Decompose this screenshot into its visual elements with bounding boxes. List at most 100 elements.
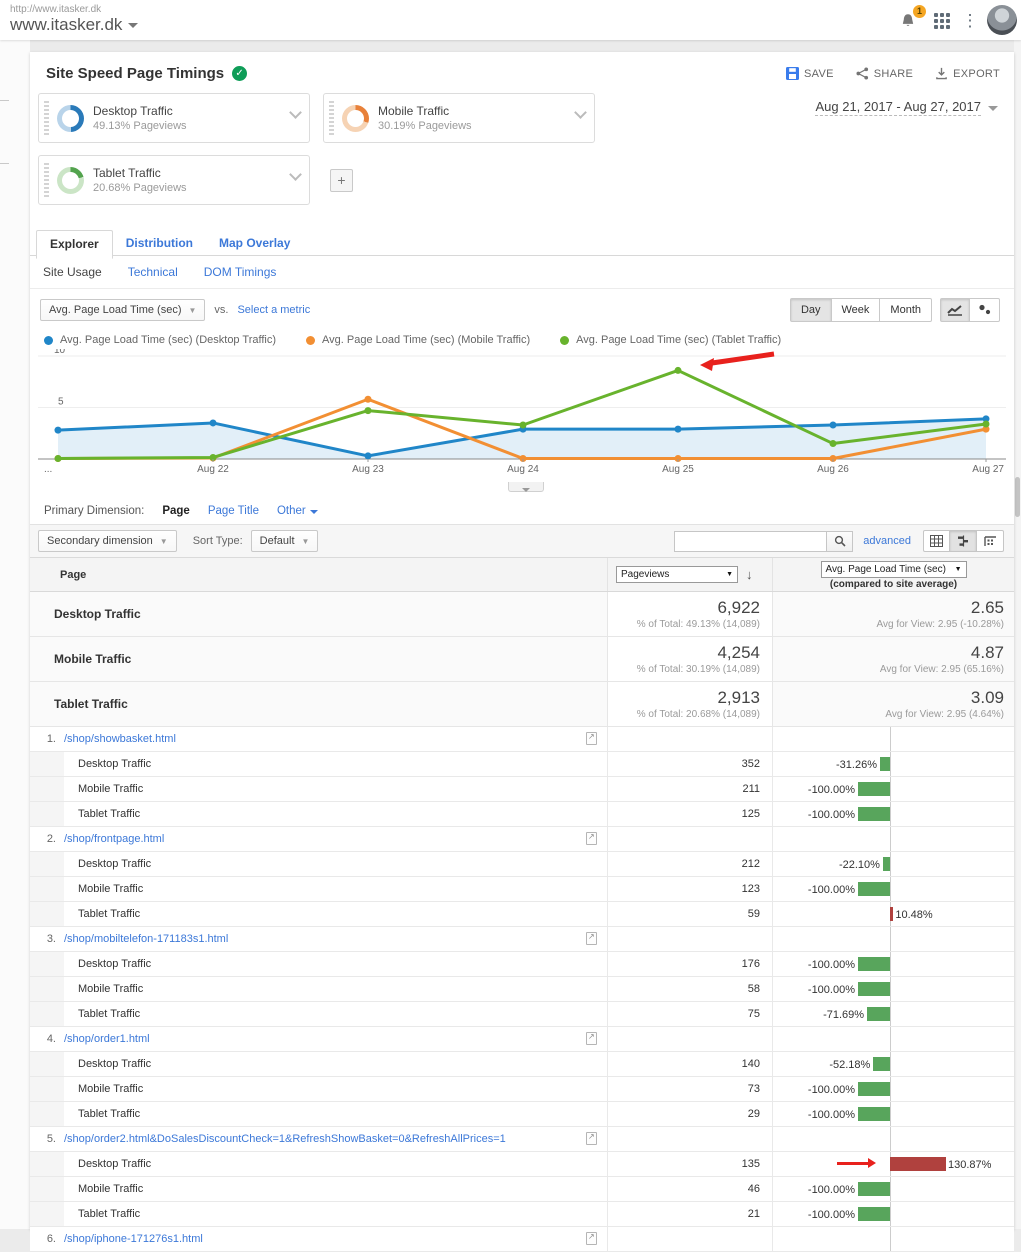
primary-dimension-bar: Primary Dimension: Page Page Title Other <box>30 495 1014 524</box>
kebab-icon: ⋮ <box>962 11 979 31</box>
dimension-other[interactable]: Other <box>277 505 318 517</box>
delta-value: 130.87% <box>948 1159 991 1171</box>
table-view-button[interactable] <box>923 530 950 552</box>
open-page-icon[interactable] <box>586 932 597 945</box>
device-name: Mobile Traffic <box>64 777 607 801</box>
open-page-icon[interactable] <box>586 1032 597 1045</box>
scrollbar-thumb[interactable] <box>1015 477 1020 517</box>
delta-value: -100.00% <box>808 884 855 896</box>
secondary-dimension-dropdown[interactable]: Secondary dimension▼ <box>38 530 177 552</box>
page-link[interactable]: /shop/order1.html <box>64 1033 150 1045</box>
metric-dropdown[interactable]: Avg. Page Load Time (sec)▼ <box>40 299 205 321</box>
subtab-site-usage[interactable]: Site Usage <box>43 265 102 279</box>
granularity-month[interactable]: Month <box>880 298 932 322</box>
dimension-page[interactable]: Page <box>162 505 190 517</box>
chevron-down-icon <box>988 106 998 111</box>
segment-pageviews-share: 49.13% Pageviews <box>93 120 187 132</box>
data-table: Page Pageviews▼ ↓ Avg. Page Load Time (s… <box>30 558 1014 1252</box>
device-name: Mobile Traffic <box>64 877 607 901</box>
open-page-icon[interactable] <box>586 1232 597 1245</box>
granularity-week[interactable]: Week <box>832 298 881 322</box>
device-delta-cell: 130.87% <box>773 1152 1014 1176</box>
device-row: Mobile Traffic211-100.00% <box>30 777 1014 802</box>
sort-direction-icon[interactable]: ↓ <box>746 567 753 582</box>
legend-item: Avg. Page Load Time (sec) (Mobile Traffi… <box>306 334 530 346</box>
pivot-view-button[interactable] <box>977 530 1004 552</box>
advanced-search-link[interactable]: advanced <box>863 535 911 547</box>
open-page-icon[interactable] <box>586 832 597 845</box>
column-header-page[interactable]: Page <box>30 558 607 591</box>
device-row: Desktop Traffic176-100.00% <box>30 952 1014 977</box>
delta-value: -100.00% <box>808 1109 855 1121</box>
tab-distribution[interactable]: Distribution <box>113 230 206 257</box>
chevron-down-icon: ▼ <box>188 306 196 315</box>
granularity-day[interactable]: Day <box>790 298 832 322</box>
delta-bar <box>890 907 893 921</box>
page-link[interactable]: /shop/order2.html&DoSalesDiscountCheck=1… <box>64 1133 506 1145</box>
device-row: Desktop Traffic352-31.26% <box>30 752 1014 777</box>
delta-value: -52.18% <box>829 1059 870 1071</box>
tab-explorer[interactable]: Explorer <box>36 230 113 259</box>
summary-avg-cell: 2.65Avg for View: 2.95 (-10.28%) <box>773 592 1014 636</box>
segment-card-tablet[interactable]: Tablet Traffic20.68% Pageviews <box>38 155 310 205</box>
pageviews-subtext: % of Total: 30.19% (14,089) <box>608 664 760 675</box>
page-link[interactable]: /shop/mobiltelefon-171183s1.html <box>64 933 228 945</box>
legend-label: Avg. Page Load Time (sec) (Mobile Traffi… <box>322 334 530 346</box>
account-selector[interactable]: www.itasker.dk <box>10 15 138 35</box>
device-row: Tablet Traffic29-100.00% <box>30 1102 1014 1127</box>
segment-card-mobile[interactable]: Mobile Traffic30.19% Pageviews <box>323 93 595 143</box>
delta-bar <box>880 757 890 771</box>
timeseries-chart: 105...Aug 22Aug 23Aug 24Aug 25Aug 26Aug … <box>30 349 1014 482</box>
segments-area: Aug 21, 2017 - Aug 27, 2017 Desktop Traf… <box>30 91 1014 221</box>
segment-card-desktop[interactable]: Desktop Traffic49.13% Pageviews <box>38 93 310 143</box>
dimension-page-title[interactable]: Page Title <box>208 505 259 517</box>
comparison-view-button[interactable] <box>950 530 977 552</box>
device-delta-cell: -22.10% <box>773 852 1014 876</box>
page-link[interactable]: /shop/frontpage.html <box>64 833 164 845</box>
date-range-selector[interactable]: Aug 21, 2017 - Aug 27, 2017 <box>815 99 998 114</box>
select-metric-link[interactable]: Select a metric <box>237 304 310 316</box>
open-page-icon[interactable] <box>586 1132 597 1145</box>
search-button[interactable] <box>826 531 853 552</box>
device-name: Tablet Traffic <box>64 1002 607 1026</box>
export-button[interactable]: EXPORT <box>935 67 1000 80</box>
tab-map-overlay[interactable]: Map Overlay <box>206 230 303 257</box>
metric-group-tabs: Site Usage Technical DOM Timings <box>30 256 1014 289</box>
line-chart-view-button[interactable] <box>940 298 970 322</box>
summary-segment-name: Tablet Traffic <box>30 682 607 726</box>
summary-row: Desktop Traffic6,922% of Total: 49.13% (… <box>30 592 1014 637</box>
device-name: Desktop Traffic <box>64 1152 607 1176</box>
delta-bar <box>858 807 890 821</box>
table-search-input[interactable] <box>674 531 826 552</box>
page-link[interactable]: /shop/iphone-171276s1.html <box>64 1233 203 1245</box>
page-row: 2./shop/frontpage.html <box>30 827 1014 852</box>
open-page-icon[interactable] <box>586 732 597 745</box>
device-row: Desktop Traffic212-22.10% <box>30 852 1014 877</box>
user-avatar[interactable] <box>987 5 1017 35</box>
sort-type-dropdown[interactable]: Default▼ <box>251 530 319 552</box>
share-button[interactable]: SHARE <box>856 67 913 80</box>
device-pageviews: 135 <box>607 1152 773 1176</box>
add-segment-button[interactable]: + <box>330 169 353 192</box>
page-scrollbar[interactable] <box>1014 40 1021 1229</box>
device-row: Mobile Traffic73-100.00% <box>30 1077 1014 1102</box>
motion-chart-view-button[interactable] <box>970 298 1000 322</box>
avg-load-time-column-dropdown[interactable]: Avg. Page Load Time (sec)▼ <box>821 561 967 578</box>
pageviews-column-dropdown[interactable]: Pageviews▼ <box>616 566 738 583</box>
overflow-menu-button[interactable]: ⋮ <box>957 8 983 34</box>
subtab-technical[interactable]: Technical <box>128 265 178 279</box>
page-link[interactable]: /shop/showbasket.html <box>64 733 176 745</box>
avg-load-time-subtext: Avg for View: 2.95 (65.16%) <box>773 664 1004 675</box>
apps-grid-button[interactable] <box>929 8 955 34</box>
save-button[interactable]: SAVE <box>786 67 834 80</box>
red-arrow-annotation <box>837 1162 869 1165</box>
page-row: 1./shop/showbasket.html <box>30 727 1014 752</box>
chart-expand-toggle[interactable] <box>508 482 544 492</box>
device-delta-cell: -100.00% <box>773 877 1014 901</box>
notifications-button[interactable]: 1 <box>895 8 921 34</box>
subtab-dom-timings[interactable]: DOM Timings <box>204 265 277 279</box>
summary-row: Tablet Traffic2,913% of Total: 20.68% (1… <box>30 682 1014 727</box>
svg-text:...: ... <box>44 464 52 475</box>
delta-bar <box>858 1082 890 1096</box>
svg-text:Aug 26: Aug 26 <box>817 464 849 475</box>
